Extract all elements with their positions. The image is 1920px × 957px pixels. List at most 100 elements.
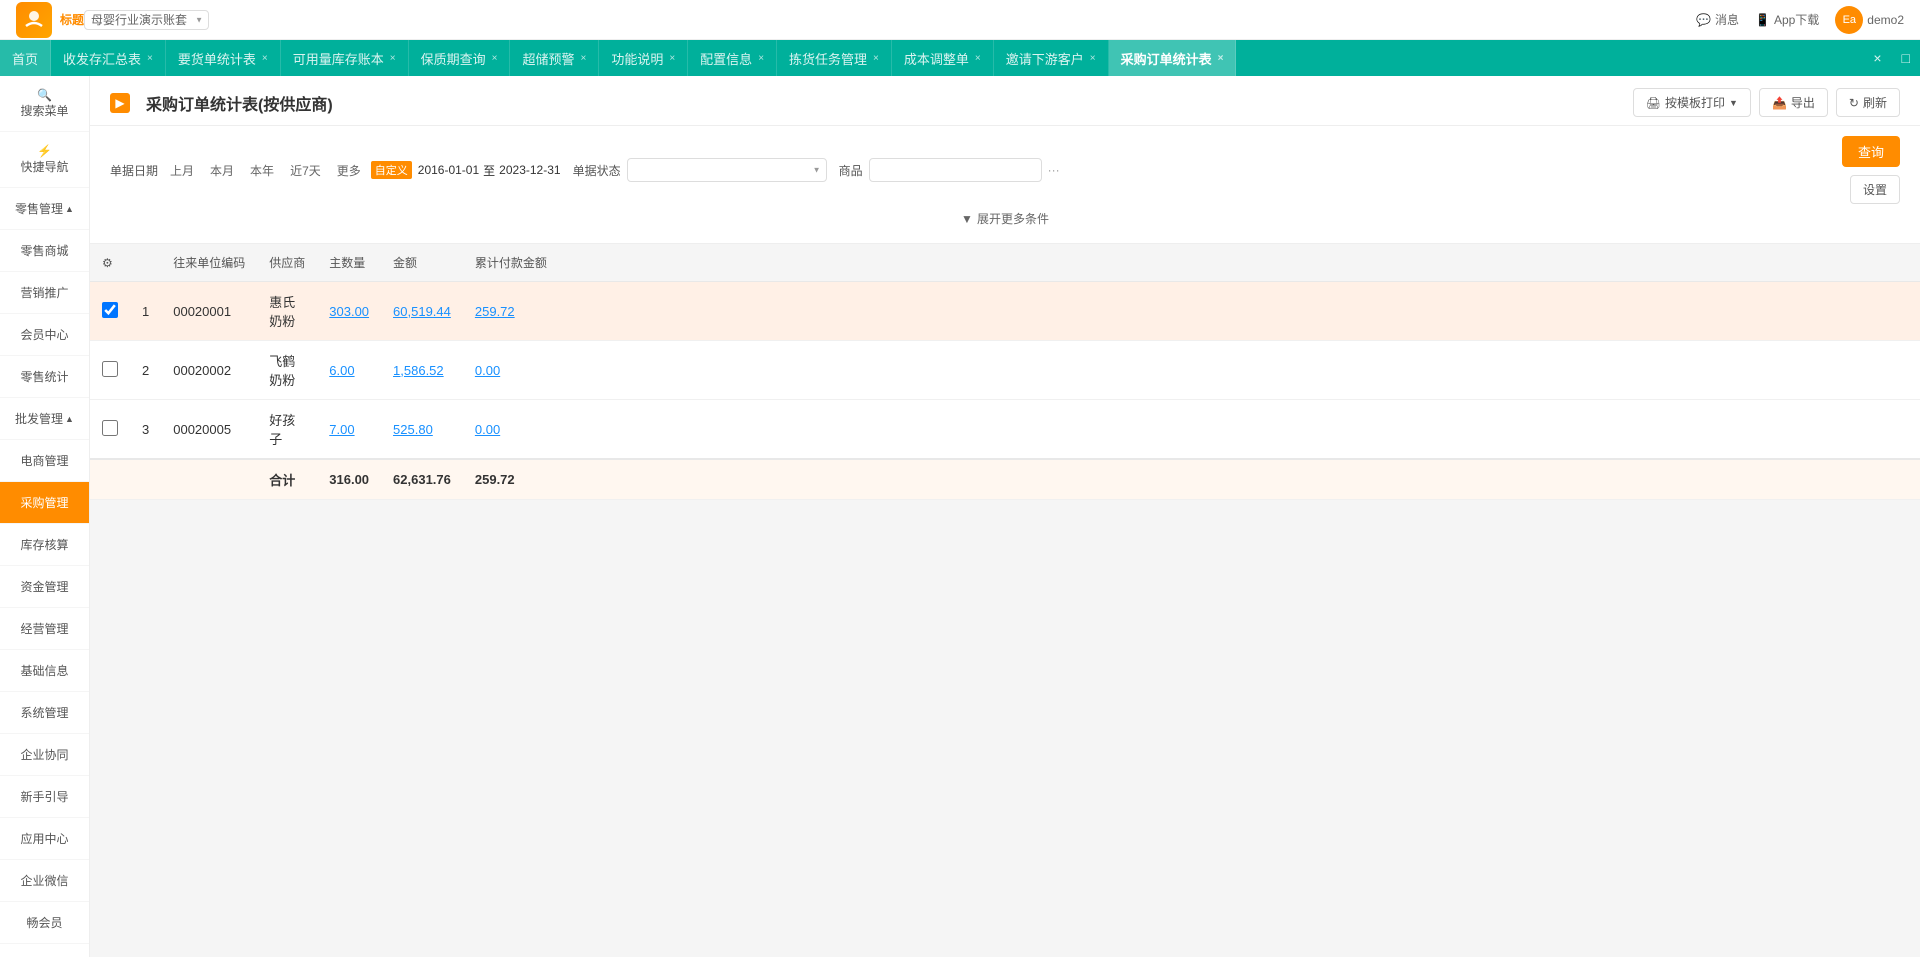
row3-extra bbox=[559, 400, 1920, 460]
page-header: ▶ 采购订单统计表(按供应商) 🖨 按模板打印 ▼ 📤 导出 ↻ 刷新 bbox=[90, 76, 1920, 126]
tab-caigou-active[interactable]: 采购订单统计表 × bbox=[1109, 40, 1237, 76]
th-quantity: 主数量 bbox=[317, 244, 381, 282]
tab-chaochuyujing-close[interactable]: × bbox=[580, 53, 586, 64]
expand-more-row[interactable]: ▼ 展开更多条件 bbox=[110, 204, 1900, 233]
sidebar-item-wholesale[interactable]: 批发管理 ▲ bbox=[0, 398, 89, 440]
date-btn-this-year[interactable]: 本年 bbox=[244, 160, 280, 181]
goods-more-icon[interactable]: ··· bbox=[1048, 163, 1060, 177]
row1-amount[interactable]: 60,519.44 bbox=[381, 282, 463, 341]
row2-checkbox-cell[interactable] bbox=[90, 341, 130, 400]
sidebar-item-newbie[interactable]: 新手引导 bbox=[0, 776, 89, 818]
sidebar-item-system[interactable]: 系统管理 bbox=[0, 692, 89, 734]
sidebar-item-finance[interactable]: 资金管理 bbox=[0, 566, 89, 608]
sidebar-item-search[interactable]: 🔍 搜索菜单 bbox=[0, 76, 89, 132]
tab-jianhuo[interactable]: 拣货任务管理 × bbox=[777, 40, 892, 76]
sidebar-item-retail-mgmt[interactable]: 零售管理 ▲ bbox=[0, 188, 89, 230]
status-select-wrapper[interactable] bbox=[627, 158, 827, 182]
footer-label bbox=[161, 459, 257, 500]
tab-chengben-close[interactable]: × bbox=[975, 53, 981, 64]
date-btn-7days[interactable]: 近7天 bbox=[284, 160, 327, 181]
sidebar-item-inventory[interactable]: 库存核算 bbox=[0, 524, 89, 566]
table-row[interactable]: 3 00020005 好孩子 7.00 525.80 0.00 bbox=[90, 400, 1920, 460]
sidebar-item-ecommerce[interactable]: 电商管理 bbox=[0, 440, 89, 482]
settings-button[interactable]: 设置 bbox=[1850, 175, 1900, 204]
row1-checkbox[interactable] bbox=[102, 302, 118, 318]
tab-yaohuo[interactable]: 要货单统计表 × bbox=[166, 40, 281, 76]
query-button[interactable]: 查询 bbox=[1842, 136, 1900, 167]
sidebar-item-corpwx[interactable]: 企业微信 bbox=[0, 860, 89, 902]
tab-chengben-label: 成本调整单 bbox=[904, 49, 969, 68]
date-shortcuts: 上月 本月 本年 近7天 更多 自定义 bbox=[164, 160, 412, 181]
tab-yaohuo-close[interactable]: × bbox=[262, 53, 268, 64]
tab-chaochuyujing[interactable]: 超储预警 × bbox=[510, 40, 599, 76]
tab-gongneng-close[interactable]: × bbox=[669, 53, 675, 64]
date-btn-this-month[interactable]: 本月 bbox=[204, 160, 240, 181]
row2-paid-amount[interactable]: 0.00 bbox=[463, 341, 559, 400]
row3-checkbox[interactable] bbox=[102, 420, 118, 436]
tab-peizhi-close[interactable]: × bbox=[758, 53, 764, 64]
tab-jianhuo-close[interactable]: × bbox=[873, 53, 879, 64]
th-settings[interactable]: ⚙ bbox=[90, 244, 130, 282]
row3-paid-amount[interactable]: 0.00 bbox=[463, 400, 559, 460]
app-download-item[interactable]: 📱 App下载 bbox=[1755, 11, 1819, 28]
row3-quantity[interactable]: 7.00 bbox=[317, 400, 381, 460]
tab-home[interactable]: 首页 bbox=[0, 40, 51, 76]
print-button[interactable]: 🖨 按模板打印 ▼ bbox=[1633, 88, 1751, 117]
row1-quantity[interactable]: 303.00 bbox=[317, 282, 381, 341]
sidebar-item-quicknav[interactable]: ⚡ 快捷导航 bbox=[0, 132, 89, 188]
sidebar-item-basic-info[interactable]: 基础信息 bbox=[0, 650, 89, 692]
row1-paid-amount[interactable]: 259.72 bbox=[463, 282, 559, 341]
tab-baozhi-close[interactable]: × bbox=[492, 53, 498, 64]
sidebar-retail-label: 零售管理 bbox=[15, 200, 63, 217]
row2-quantity[interactable]: 6.00 bbox=[317, 341, 381, 400]
collapse-toggle[interactable]: ▶ bbox=[110, 93, 130, 113]
th-index bbox=[130, 244, 161, 282]
row1-checkbox-cell[interactable] bbox=[90, 282, 130, 341]
sidebar-item-operations[interactable]: 经营管理 bbox=[0, 608, 89, 650]
footer-supplier: 合计 bbox=[257, 459, 317, 500]
top-bar: 标题 母婴行业演示账套 💬 消息 📱 App下载 Ea demo2 bbox=[0, 0, 1920, 40]
row3-amount[interactable]: 525.80 bbox=[381, 400, 463, 460]
refresh-button[interactable]: ↻ 刷新 bbox=[1836, 88, 1900, 117]
tab-keyongliang[interactable]: 可用量库存账本 × bbox=[281, 40, 409, 76]
breadcrumb-select[interactable]: 母婴行业演示账套 bbox=[84, 10, 209, 30]
breadcrumb-select-wrapper[interactable]: 母婴行业演示账套 bbox=[84, 10, 209, 30]
row2-checkbox[interactable] bbox=[102, 361, 118, 377]
row3-checkbox-cell[interactable] bbox=[90, 400, 130, 460]
nav-close-btn[interactable]: × bbox=[1863, 40, 1891, 76]
goods-input[interactable] bbox=[869, 158, 1042, 182]
status-select[interactable] bbox=[627, 158, 827, 182]
sidebar-item-marketing[interactable]: 营销推广 bbox=[0, 272, 89, 314]
date-btn-last-month[interactable]: 上月 bbox=[164, 160, 200, 181]
table-row[interactable]: 1 00020001 惠氏奶粉 303.00 60,519.44 259.72 bbox=[90, 282, 1920, 341]
tab-chengben[interactable]: 成本调整单 × bbox=[892, 40, 994, 76]
sidebar-item-retail-mall[interactable]: 零售商城 bbox=[0, 230, 89, 272]
date-to: 2023-12-31 bbox=[499, 163, 560, 177]
tab-gongneng[interactable]: 功能说明 × bbox=[599, 40, 688, 76]
tab-shoufacun[interactable]: 收发存汇总表 × bbox=[51, 40, 166, 76]
export-button[interactable]: 📤 导出 bbox=[1759, 88, 1828, 117]
sidebar-item-enterprise[interactable]: 企业协同 bbox=[0, 734, 89, 776]
message-label: 消息 bbox=[1715, 11, 1739, 28]
sidebar-item-member[interactable]: 会员中心 bbox=[0, 314, 89, 356]
tab-keyongliang-close[interactable]: × bbox=[390, 53, 396, 64]
gear-icon: ⚙ bbox=[102, 256, 113, 270]
table-row[interactable]: 2 00020002 飞鹤奶粉 6.00 1,586.52 0.00 bbox=[90, 341, 1920, 400]
sidebar-item-changhui[interactable]: 畅会员 bbox=[0, 902, 89, 944]
tab-peizhi[interactable]: 配置信息 × bbox=[688, 40, 777, 76]
sidebar-item-retail-stats[interactable]: 零售统计 bbox=[0, 356, 89, 398]
tab-baozhi[interactable]: 保质期查询 × bbox=[409, 40, 511, 76]
row2-amount[interactable]: 1,586.52 bbox=[381, 341, 463, 400]
status-filter: 单据状态 bbox=[573, 158, 827, 182]
tab-yaoqing[interactable]: 邀请下游客户 × bbox=[994, 40, 1109, 76]
message-item[interactable]: 💬 消息 bbox=[1696, 11, 1739, 28]
date-btn-more[interactable]: 更多 bbox=[331, 160, 367, 181]
tab-yaoqing-close[interactable]: × bbox=[1090, 53, 1096, 64]
sidebar-item-purchase[interactable]: 采购管理 bbox=[0, 482, 89, 524]
nav-maximize-btn[interactable]: □ bbox=[1892, 40, 1920, 76]
tab-caigou-close[interactable]: × bbox=[1218, 53, 1224, 64]
sidebar-item-appcenter[interactable]: 应用中心 bbox=[0, 818, 89, 860]
tab-yaoqing-label: 邀请下游客户 bbox=[1006, 49, 1084, 68]
tab-shoufacun-close[interactable]: × bbox=[147, 53, 153, 64]
user-item[interactable]: Ea demo2 bbox=[1835, 6, 1904, 34]
